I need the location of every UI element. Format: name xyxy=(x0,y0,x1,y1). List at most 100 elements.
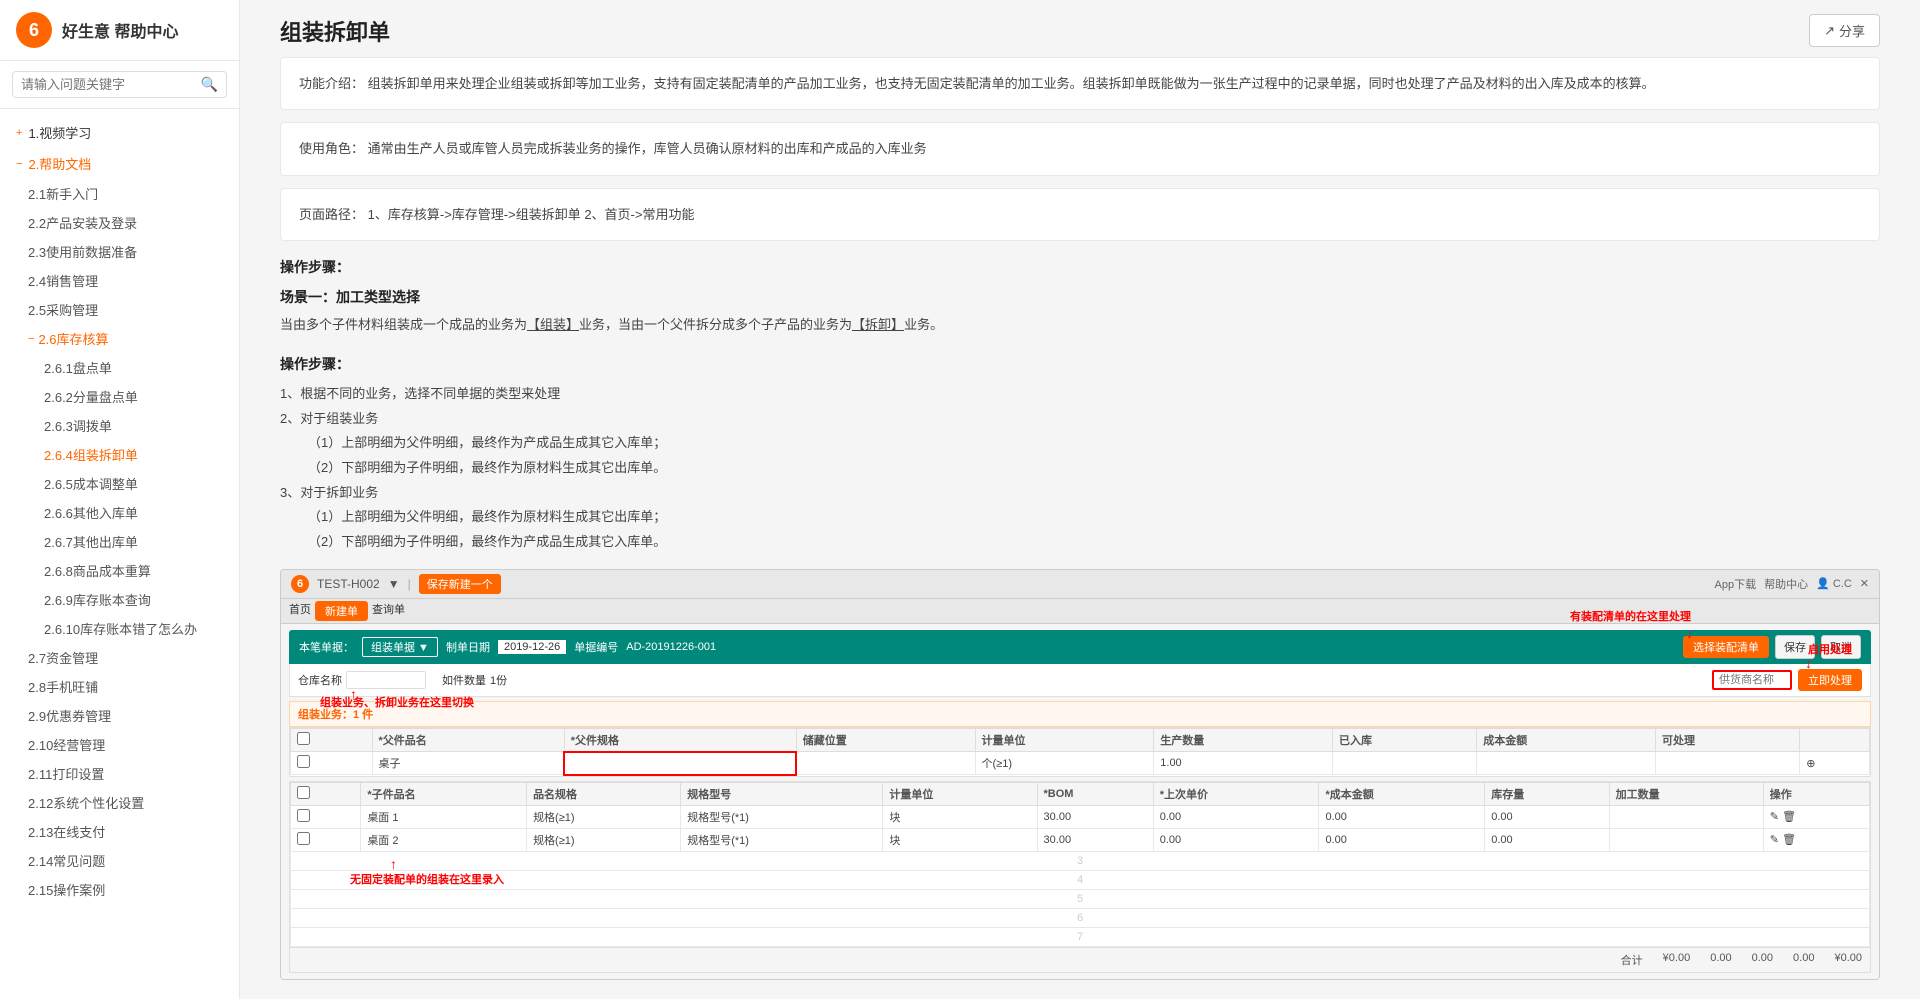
sidebar-item-personalize[interactable]: 2.12系统个性化设置 xyxy=(28,788,239,817)
main-content: 组装拆卸单 ↗ 分享 功能介绍： 组装拆卸单用来处理企业组装或拆卸等加工业务，支… xyxy=(240,0,1920,999)
sidebar-item-capital[interactable]: 2.7资金管理 xyxy=(28,643,239,672)
minus-icon-inventory: − xyxy=(28,333,34,345)
sidebar-item-print[interactable]: 2.11打印设置 xyxy=(28,759,239,788)
ss-process-area: 启用处理 ↓ 立即处理 xyxy=(1712,669,1862,691)
step1: 1、根据不同的业务，选择不同单据的类型来处理 xyxy=(280,382,1880,407)
sidebar-item-mobile[interactable]: 2.8手机旺铺 xyxy=(28,672,239,701)
ss-cell-procqty-2 xyxy=(1609,828,1763,851)
sidebar-item-otherin[interactable]: 2.6.6其他入库单 xyxy=(44,498,239,527)
table-row: 5 xyxy=(291,889,1870,908)
table-row: 3 xyxy=(291,851,1870,870)
ss-orange-btn-top[interactable]: 保存新建一个 xyxy=(419,574,501,594)
ss-col-prod-qty: 生产数量 xyxy=(1154,728,1333,752)
sidebar-item-purchase[interactable]: 2.5采购管理 xyxy=(28,295,239,324)
sidebar-item-costrecalc[interactable]: 2.6.8商品成本重算 xyxy=(44,556,239,585)
ss-bom-btn[interactable]: 选择装配清单 xyxy=(1683,636,1769,658)
sidebar-sub-inventory: 2.6.1盘点单 2.6.2分量盘点单 2.6.3调拨单 2.6.4组装拆卸单 … xyxy=(28,353,239,643)
sidebar-item-faq[interactable]: 2.14常见问题 xyxy=(28,846,239,875)
ss-nav-query[interactable]: 查询单 xyxy=(372,601,405,621)
ss-content-area: 本笔单据： 组装单据 ▼ 制单日期 2019-12-26 单据编号 AD-201… xyxy=(281,624,1879,979)
sidebar-item-inventory[interactable]: − 2.6库存核算 xyxy=(28,324,239,353)
ss-col-unit: 计量单位 xyxy=(975,728,1154,752)
sidebar-item-otherout[interactable]: 2.6.7其他出库单 xyxy=(44,527,239,556)
ss-op-del-2[interactable]: 🗑 xyxy=(1782,834,1796,846)
step2-sub1: （1）上部明细为父件明细，最终作为产成品生成其它入库单； xyxy=(308,431,1880,456)
sidebar-item-install[interactable]: 2.2产品安装及登录 xyxy=(28,208,239,237)
sidebar-item-docs[interactable]: − 2.帮助文档 xyxy=(0,148,239,179)
ss-select-all-bot[interactable] xyxy=(297,786,310,799)
ss-row-check-1[interactable] xyxy=(297,755,310,768)
ss-op-edit-2[interactable]: ✎ xyxy=(1770,834,1779,846)
ss-col-ops-top xyxy=(1800,728,1870,752)
table-row: 4 xyxy=(291,870,1870,889)
ss-bottom-section: *子件品名 品名规格 规格型号 计量单位 *BOM *上次单价 *成本金额 库存… xyxy=(289,781,1871,948)
sidebar-item-partialsplit[interactable]: 2.6.2分量盘点单 xyxy=(44,382,239,411)
intro-text: 组装拆卸单用来处理企业组装或拆卸等加工业务，支持有固定装配清单的产品加工业务，也… xyxy=(368,76,1655,91)
ss-field1-label: 仓库名称 xyxy=(298,672,342,688)
ss-process-btn[interactable]: 立即处理 xyxy=(1798,669,1862,691)
sidebar-item-prepare[interactable]: 2.3使用前数据准备 xyxy=(28,237,239,266)
scenario1-label: 场景一：加工类型选择 xyxy=(280,287,1880,307)
ss-section-header: 组装业务：1 件 xyxy=(289,701,1871,727)
sidebar-item-costadj[interactable]: 2.6.5成本调整单 xyxy=(44,469,239,498)
ss-col-spectype: 规格型号 xyxy=(681,782,883,805)
nav-tree: + 1.视频学习 − 2.帮助文档 2.1新手入门 2.2产品安装及登录 2.3… xyxy=(0,109,239,999)
ss-row-check-b1[interactable] xyxy=(297,809,310,822)
annotation-no-bom: 无固定装配单的组装在这里录入 xyxy=(350,871,504,887)
ss-warehouse-input[interactable] xyxy=(346,671,426,689)
ss-select-all-top[interactable] xyxy=(297,732,310,745)
ss-cell-stockqty-1: 0.00 xyxy=(1485,805,1609,828)
ss-dropdown-icon: ▼ xyxy=(388,577,400,591)
ss-footer-totals: 合计 ¥0.00 0.00 0.00 0.00 ¥0.00 xyxy=(289,948,1871,973)
sidebar-item-stockcount[interactable]: 2.6.1盘点单 xyxy=(44,353,239,382)
ss-col-bom: *BOM xyxy=(1037,782,1153,805)
ss-total-cost: 0.00 xyxy=(1710,952,1731,968)
ss-close-icon[interactable]: ✕ xyxy=(1860,577,1869,590)
ss-cell-pname-1: 桌子 xyxy=(372,752,564,775)
intro-box: 功能介绍： 组装拆卸单用来处理企业组装或拆卸等加工业务，支持有固定装配清单的产品… xyxy=(280,57,1880,110)
search-icon[interactable]: 🔍 xyxy=(201,76,218,93)
ss-op-edit-1[interactable]: ✎ xyxy=(1770,811,1779,823)
sidebar-item-adjust[interactable]: 2.6.3调拨单 xyxy=(44,411,239,440)
table-row: 6 xyxy=(291,908,1870,927)
top-bar: 组装拆卸单 ↗ 分享 xyxy=(240,0,1920,57)
ss-col-storage: 储藏位置 xyxy=(796,728,975,752)
sidebar-item-cases[interactable]: 2.15操作案例 xyxy=(28,875,239,904)
ops-steps-label: 操作步骤： xyxy=(280,354,1880,374)
sidebar-item-video[interactable]: + 1.视频学习 xyxy=(0,117,239,148)
ss-pspec-input-1[interactable] xyxy=(571,757,631,769)
sidebar-item-stockerr[interactable]: 2.6.10库存账本错了怎么办 xyxy=(44,614,239,643)
sidebar-item-video-label: 1.视频学习 xyxy=(28,123,91,142)
ss-nav-new[interactable]: 新建单 xyxy=(315,601,368,621)
ss-cell-stockqty-2: 0.00 xyxy=(1485,828,1609,851)
ss-cell-storage-1 xyxy=(796,752,975,775)
sidebar-item-assembly[interactable]: 2.6.4组装拆卸单 xyxy=(44,440,239,469)
search-wrap: 🔍 xyxy=(12,71,227,98)
ss-cell-brandname-1: 规格(≥1) xyxy=(527,805,681,828)
ss-date-value: 2019-12-26 xyxy=(498,640,566,654)
ss-process-input[interactable] xyxy=(1712,670,1792,690)
ss-right-icons: App下载 帮助中心 👤 C.C ✕ xyxy=(1715,576,1870,592)
search-input[interactable] xyxy=(21,77,201,92)
sidebar-item-ops[interactable]: 2.10经营管理 xyxy=(28,730,239,759)
ss-col-lastprice: *上次单价 xyxy=(1153,782,1319,805)
logo-icon: 6 xyxy=(16,12,52,48)
ss-type-toggle[interactable]: 组装单据 ▼ xyxy=(362,637,438,657)
sidebar-item-newcomer[interactable]: 2.1新手入门 xyxy=(28,179,239,208)
ss-titlebar-text: TEST-H002 xyxy=(317,577,380,591)
ss-form-fields: 仓库名称 如件数量 1份 组装业务、拆卸业务在这里切换 ↑ 启用处理 ↓ xyxy=(289,664,1871,697)
ss-op-del-1[interactable]: 🗑 xyxy=(1782,811,1796,823)
ss-nav-home[interactable]: 首页 xyxy=(289,601,311,621)
share-button[interactable]: ↗ 分享 xyxy=(1809,14,1880,47)
sidebar-item-stockcheck[interactable]: 2.6.9库存账本查询 xyxy=(44,585,239,614)
sidebar-item-coupon[interactable]: 2.9优惠券管理 xyxy=(28,701,239,730)
sidebar-item-onlinepay[interactable]: 2.13在线支付 xyxy=(28,817,239,846)
ss-cell-cname-2: 桌面 2 xyxy=(361,828,527,851)
annotation-process: 启用处理 xyxy=(1808,641,1852,657)
sidebar-item-sales[interactable]: 2.4销售管理 xyxy=(28,266,239,295)
ss-row-check-b2[interactable] xyxy=(297,832,310,845)
annotation-bom: 有装配清单的在这里处理 xyxy=(1570,608,1691,624)
path-text: 1、库存核算->库存管理->组装拆卸单 2、首页->常用功能 xyxy=(368,207,695,222)
ss-op-icon-1[interactable]: ⊕ xyxy=(1806,758,1815,770)
ss-total-bom: ¥0.00 xyxy=(1663,952,1691,968)
